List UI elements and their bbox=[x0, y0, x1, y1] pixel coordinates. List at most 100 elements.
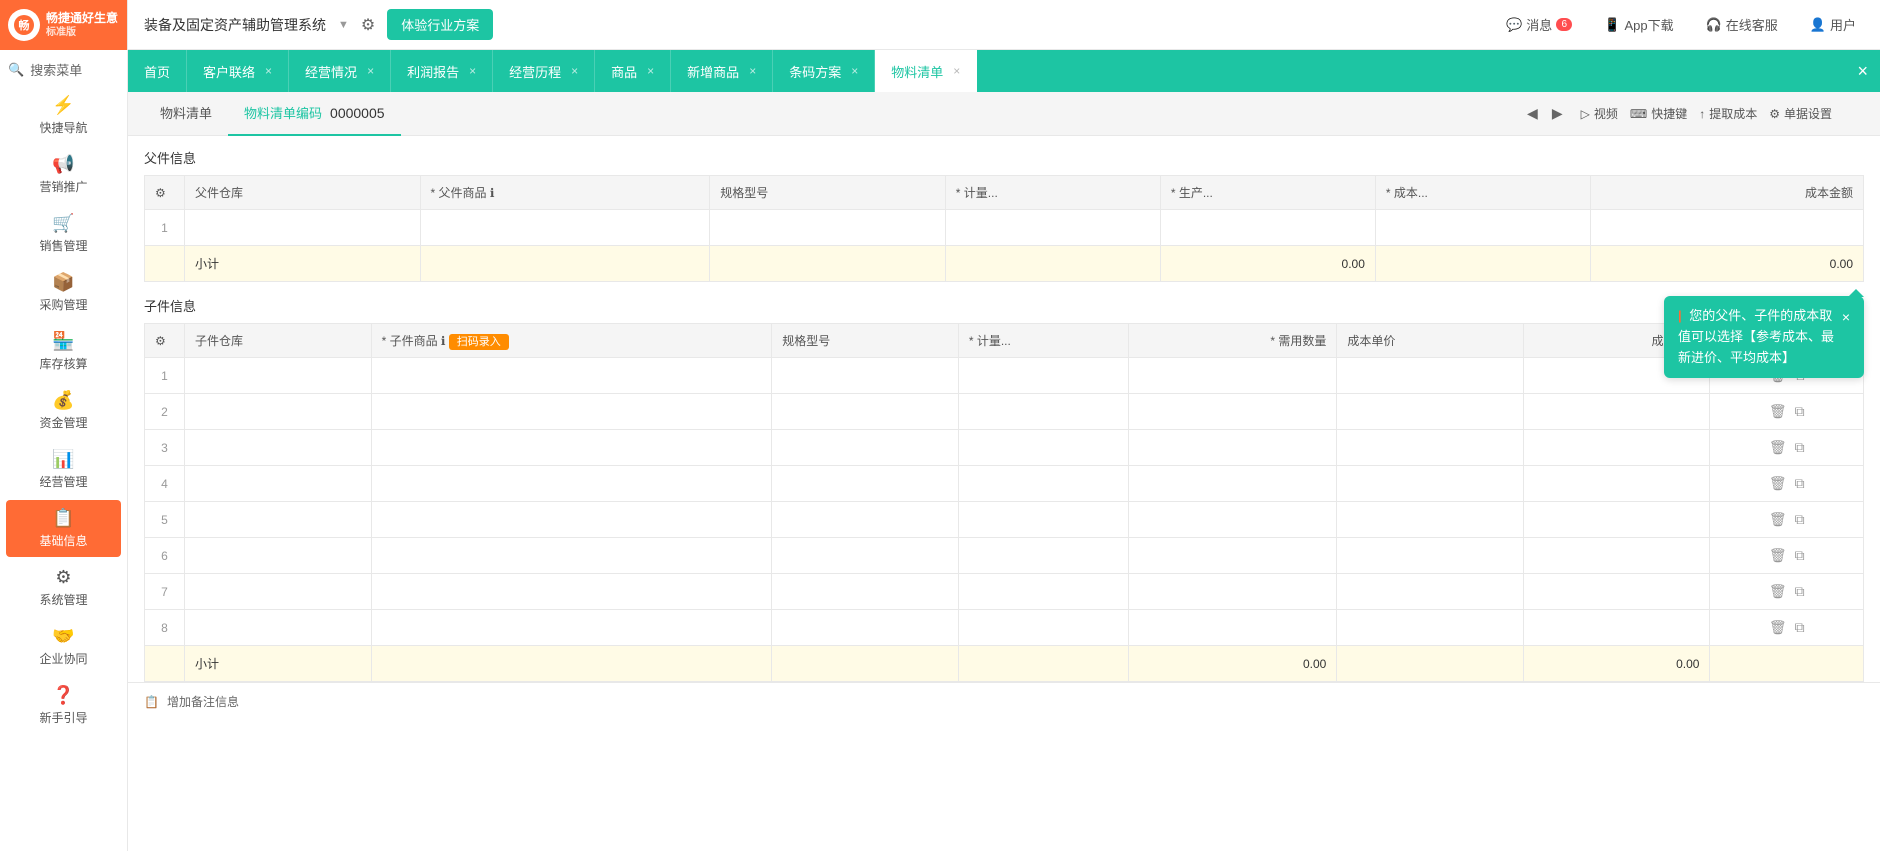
child-unit-2[interactable] bbox=[958, 394, 1128, 430]
sidebar-item-guide[interactable]: ❓ 新手引导 bbox=[6, 677, 121, 734]
sidebar-item-basic-info[interactable]: 📋 基础信息 bbox=[6, 500, 121, 557]
tab-history-close[interactable]: × bbox=[571, 64, 578, 78]
nav-prev[interactable]: ◀ bbox=[1521, 103, 1544, 124]
sidebar-item-marketing[interactable]: 📢 营销推广 bbox=[6, 146, 121, 203]
child-product-3[interactable] bbox=[371, 430, 772, 466]
app-download-btn[interactable]: 📱 App下载 bbox=[1596, 11, 1681, 38]
tab-customer-close[interactable]: × bbox=[265, 64, 272, 78]
nav-next[interactable]: ▶ bbox=[1546, 103, 1569, 124]
child-warehouse-8[interactable] bbox=[185, 610, 372, 646]
child-spec-4[interactable] bbox=[772, 466, 959, 502]
shortcut-action[interactable]: ⌨ 快捷键 bbox=[1630, 105, 1687, 122]
child-product-5[interactable] bbox=[371, 502, 772, 538]
child-warehouse-5[interactable] bbox=[185, 502, 372, 538]
tab-operation[interactable]: 经营情况 × bbox=[289, 50, 391, 92]
child-unit-cost-8[interactable] bbox=[1337, 610, 1524, 646]
parent-warehouse-1[interactable] bbox=[185, 210, 421, 246]
sidebar-item-purchase[interactable]: 📦 采购管理 bbox=[6, 264, 121, 321]
tab-barcode-close[interactable]: × bbox=[851, 64, 858, 78]
child-quantity-3[interactable] bbox=[1129, 430, 1337, 466]
child-spec-6[interactable] bbox=[772, 538, 959, 574]
child-spec-8[interactable] bbox=[772, 610, 959, 646]
parent-production-1[interactable] bbox=[1160, 210, 1375, 246]
sidebar-search-btn[interactable]: 🔍 搜索菜单 bbox=[0, 54, 127, 85]
child-unit-5[interactable] bbox=[958, 502, 1128, 538]
child-quantity-4[interactable] bbox=[1129, 466, 1337, 502]
child-product-2[interactable] bbox=[371, 394, 772, 430]
tab-profit[interactable]: 利润报告 × bbox=[391, 50, 493, 92]
child-quantity-2[interactable] bbox=[1129, 394, 1337, 430]
child-delete-2[interactable]: 🗑 bbox=[1769, 403, 1787, 420]
child-spec-7[interactable] bbox=[772, 574, 959, 610]
child-product-4[interactable] bbox=[371, 466, 772, 502]
child-product-8[interactable] bbox=[371, 610, 772, 646]
child-unit-cost-2[interactable] bbox=[1337, 394, 1524, 430]
experience-btn[interactable]: 体验行业方案 bbox=[387, 9, 493, 40]
sub-tab-bom-list[interactable]: 物料清单 bbox=[144, 92, 228, 136]
child-unit-8[interactable] bbox=[958, 610, 1128, 646]
child-unit-1[interactable] bbox=[958, 358, 1128, 394]
child-unit-cost-3[interactable] bbox=[1337, 430, 1524, 466]
child-quantity-8[interactable] bbox=[1129, 610, 1337, 646]
child-warehouse-7[interactable] bbox=[185, 574, 372, 610]
tooltip-close-btn[interactable]: × bbox=[1842, 306, 1850, 328]
tab-history[interactable]: 经营历程 × bbox=[493, 50, 595, 92]
sidebar-item-cooperation[interactable]: 🤝 企业协同 bbox=[6, 618, 121, 675]
single-settings-action[interactable]: ⚙ 单据设置 bbox=[1769, 105, 1832, 122]
footer-text[interactable]: 增加备注信息 bbox=[167, 693, 239, 710]
child-copy-3[interactable]: ⧉ bbox=[1795, 439, 1805, 456]
tab-customer[interactable]: 客户联络 × bbox=[187, 50, 289, 92]
tab-product[interactable]: 商品 × bbox=[595, 50, 671, 92]
child-unit-cost-7[interactable] bbox=[1337, 574, 1524, 610]
tab-home[interactable]: 首页 bbox=[128, 50, 187, 92]
child-quantity-7[interactable] bbox=[1129, 574, 1337, 610]
child-unit-4[interactable] bbox=[958, 466, 1128, 502]
message-btn[interactable]: 💬 消息 6 bbox=[1498, 11, 1580, 38]
child-delete-5[interactable]: 🗑 bbox=[1769, 511, 1787, 528]
tab-bom[interactable]: 物料清单 × bbox=[875, 50, 977, 92]
parent-cost-1[interactable] bbox=[1375, 210, 1590, 246]
view-action[interactable]: ▷ 视频 bbox=[1581, 105, 1618, 122]
child-product-7[interactable] bbox=[371, 574, 772, 610]
th-child-settings[interactable]: ⚙ bbox=[145, 324, 185, 358]
sub-tab-bom-code[interactable]: 物料清单编码 0000005 bbox=[228, 92, 401, 136]
child-spec-1[interactable] bbox=[772, 358, 959, 394]
tab-new-product[interactable]: 新增商品 × bbox=[671, 50, 773, 92]
child-unit-cost-6[interactable] bbox=[1337, 538, 1524, 574]
child-unit-3[interactable] bbox=[958, 430, 1128, 466]
child-product-1[interactable] bbox=[371, 358, 772, 394]
th-parent-settings[interactable]: ⚙ bbox=[145, 176, 185, 210]
child-unit-6[interactable] bbox=[958, 538, 1128, 574]
child-delete-3[interactable]: 🗑 bbox=[1769, 439, 1787, 456]
parent-product-1[interactable] bbox=[420, 210, 710, 246]
tab-product-close[interactable]: × bbox=[647, 64, 654, 78]
extract-cost-action[interactable]: ↑ 提取成本 bbox=[1699, 105, 1757, 122]
child-copy-8[interactable]: ⧉ bbox=[1795, 619, 1805, 636]
parent-spec-1[interactable] bbox=[710, 210, 946, 246]
sidebar-item-operation-mgmt[interactable]: 📊 经营管理 bbox=[6, 441, 121, 498]
sidebar-item-inventory[interactable]: 🏪 库存核算 bbox=[6, 323, 121, 380]
parent-unit-1[interactable] bbox=[945, 210, 1160, 246]
system-dropdown-arrow[interactable]: ▼ bbox=[338, 19, 349, 31]
child-warehouse-1[interactable] bbox=[185, 358, 372, 394]
child-spec-2[interactable] bbox=[772, 394, 959, 430]
settings-icon[interactable]: ⚙ bbox=[361, 15, 375, 35]
sidebar-item-finance[interactable]: 💰 资金管理 bbox=[6, 382, 121, 439]
child-warehouse-3[interactable] bbox=[185, 430, 372, 466]
child-unit-cost-4[interactable] bbox=[1337, 466, 1524, 502]
child-warehouse-6[interactable] bbox=[185, 538, 372, 574]
sidebar-item-system[interactable]: ⚙ 系统管理 bbox=[6, 559, 121, 616]
child-warehouse-4[interactable] bbox=[185, 466, 372, 502]
child-quantity-5[interactable] bbox=[1129, 502, 1337, 538]
child-copy-6[interactable]: ⧉ bbox=[1795, 547, 1805, 564]
tab-profit-close[interactable]: × bbox=[469, 64, 476, 78]
child-spec-3[interactable] bbox=[772, 430, 959, 466]
sidebar-item-quick-nav[interactable]: ⚡ 快捷导航 bbox=[6, 87, 121, 144]
tab-new-product-close[interactable]: × bbox=[749, 64, 756, 78]
sidebar-item-sales[interactable]: 🛒 销售管理 bbox=[6, 205, 121, 262]
child-delete-6[interactable]: 🗑 bbox=[1769, 547, 1787, 564]
child-copy-5[interactable]: ⧉ bbox=[1795, 511, 1805, 528]
child-delete-4[interactable]: 🗑 bbox=[1769, 475, 1787, 492]
child-product-6[interactable] bbox=[371, 538, 772, 574]
child-copy-4[interactable]: ⧉ bbox=[1795, 475, 1805, 492]
